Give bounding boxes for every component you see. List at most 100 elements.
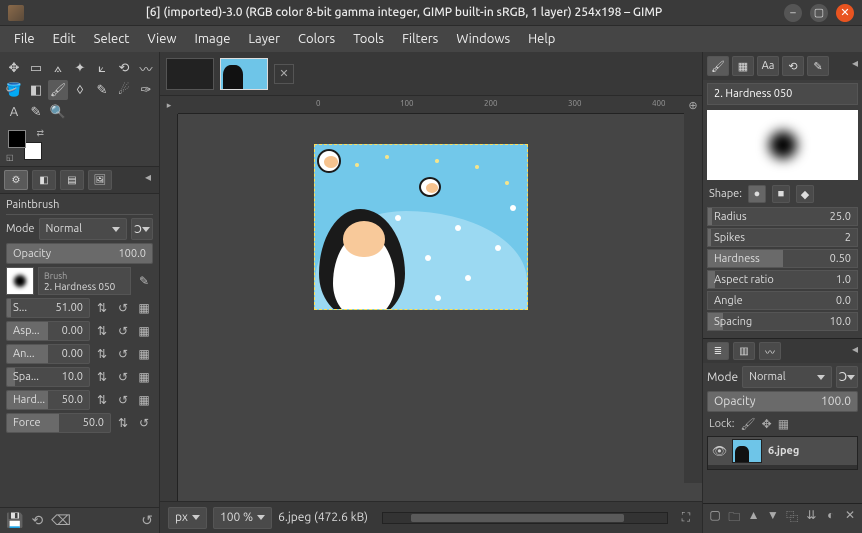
layers-tab[interactable]: ≣ — [707, 342, 729, 360]
spacing-link-icon[interactable]: ▦ — [135, 367, 153, 387]
tool-gradient[interactable]: ◧ — [26, 80, 46, 100]
fonts-tab[interactable]: Aa — [757, 56, 779, 76]
default-colors-icon[interactable]: ◱ — [6, 153, 14, 162]
tool-crop[interactable]: ⟀ — [92, 58, 112, 78]
tool-move[interactable]: ✥ — [4, 58, 24, 78]
brush-search-input[interactable]: 2. Hardness 050 — [707, 83, 858, 105]
lock-alpha-icon[interactable]: ▦ — [778, 417, 789, 431]
minimize-button[interactable]: – — [784, 4, 802, 22]
restore-options-icon[interactable]: ⟲ — [31, 512, 43, 529]
canvas[interactable] — [314, 144, 528, 310]
brush-edit-icon[interactable]: ✎ — [135, 271, 153, 291]
force-reset-icon[interactable]: ↺ — [135, 413, 153, 433]
delete-options-icon[interactable]: ⌫ — [51, 512, 71, 529]
brush-spacing[interactable]: Spacing10.0 — [707, 312, 858, 331]
delete-layer-icon[interactable]: ✕ — [842, 508, 858, 529]
layer-opacity-slider[interactable]: Opacity 100.0 — [707, 391, 858, 412]
size-slider[interactable]: S...51.00 — [6, 298, 90, 318]
menu-image[interactable]: Image — [187, 28, 239, 50]
image-thumb-blank[interactable] — [166, 58, 214, 90]
patterns-tab[interactable]: ▦ — [732, 56, 754, 76]
save-options-icon[interactable]: 💾 — [6, 512, 23, 529]
tool-color-picker[interactable]: ✎ — [26, 102, 46, 122]
maximize-button[interactable]: ▢ — [810, 4, 828, 22]
layer-thumbnail[interactable] — [732, 439, 762, 463]
aspect-reset-icon[interactable]: ↺ — [114, 321, 132, 341]
layer-mode-select[interactable]: Normal — [742, 366, 832, 388]
hardness-link-icon[interactable]: ▦ — [135, 390, 153, 410]
tool-options-tab[interactable]: ⚙ — [4, 170, 28, 190]
dock-menu-icon[interactable]: ◂ — [141, 170, 155, 190]
tool-free-select[interactable]: ⟑ — [48, 58, 68, 78]
tool-warp[interactable]: 〰 — [136, 58, 156, 78]
angle-stepper[interactable]: ⇅ — [93, 344, 111, 364]
tool-clone[interactable]: ✎ — [92, 80, 112, 100]
image-thumb-active[interactable] — [220, 58, 268, 90]
opacity-slider[interactable]: Opacity 100.0 — [6, 243, 153, 264]
merge-layer-icon[interactable]: ⇊ — [803, 508, 819, 529]
duplicate-layer-icon[interactable]: ⿻ — [784, 508, 800, 529]
ruler-corner[interactable]: ▸ — [160, 96, 178, 114]
menu-colors[interactable]: Colors — [290, 28, 343, 50]
tool-zoom[interactable]: 🔍 — [48, 102, 68, 122]
brush-big-preview[interactable] — [707, 110, 858, 180]
spacing-stepper[interactable]: ⇅ — [93, 367, 111, 387]
tool-fuzzy-select[interactable]: ✦ — [70, 58, 90, 78]
hardness-slider[interactable]: Hard...50.0 — [6, 390, 90, 410]
image-close-button[interactable]: ✕ — [274, 64, 294, 84]
new-layer-icon[interactable]: ▢ — [707, 508, 723, 529]
images-tab[interactable]: 🖼 — [88, 170, 112, 190]
shape-circle-button[interactable]: ● — [748, 185, 766, 203]
brush-preview[interactable] — [6, 267, 34, 295]
size-stepper[interactable]: ⇅ — [93, 298, 111, 318]
menu-view[interactable]: View — [139, 28, 184, 50]
ruler-vertical[interactable] — [160, 114, 178, 501]
tool-smudge[interactable]: ☄ — [114, 80, 134, 100]
brushes-tab[interactable]: 🖌 — [707, 56, 729, 76]
tool-eraser[interactable]: ◊ — [70, 80, 90, 100]
size-link-icon[interactable]: ▦ — [135, 298, 153, 318]
menu-layer[interactable]: Layer — [240, 28, 288, 50]
scrollbar-horizontal[interactable] — [382, 512, 668, 524]
bg-color-swatch[interactable] — [24, 142, 42, 160]
spacing-slider[interactable]: Spa...10.0 — [6, 367, 90, 387]
swap-colors-icon[interactable]: ⇄ — [36, 128, 44, 139]
fg-color-swatch[interactable] — [8, 130, 26, 148]
navigate-icon[interactable]: ⊕ — [684, 96, 702, 114]
brush-aspect[interactable]: Aspect ratio1.0 — [707, 270, 858, 289]
tool-rect-select[interactable]: ▭ — [26, 58, 46, 78]
layer-name[interactable]: 6.jpeg — [768, 445, 799, 457]
force-stepper[interactable]: ⇅ — [114, 413, 132, 433]
menu-file[interactable]: File — [6, 28, 43, 50]
tool-bucket[interactable]: 🪣 — [4, 80, 24, 100]
menu-tools[interactable]: Tools — [345, 28, 392, 50]
new-group-icon[interactable]: 🗀 — [726, 508, 742, 529]
fg-bg-colors[interactable]: ⇄ ◱ — [6, 128, 44, 162]
zoom-select[interactable]: 100 % — [213, 507, 272, 529]
unit-select[interactable]: px — [168, 507, 207, 529]
menu-edit[interactable]: Edit — [45, 28, 84, 50]
ruler-horizontal[interactable]: 0 100 200 300 400 — [178, 96, 684, 114]
shape-diamond-button[interactable]: ◆ — [796, 185, 814, 203]
lock-pixels-icon[interactable]: 🖌 — [740, 417, 755, 431]
force-slider[interactable]: Force50.0 — [6, 413, 111, 433]
menu-help[interactable]: Help — [520, 28, 563, 50]
mode-link-button[interactable]: Ↄ — [131, 218, 153, 240]
tool-path[interactable]: ✑ — [136, 80, 156, 100]
layer-row[interactable]: 👁 6.jpeg — [708, 437, 857, 465]
undo-history-tab[interactable]: ▤ — [60, 170, 84, 190]
device-status-tab[interactable]: ◧ — [32, 170, 56, 190]
paint-dynamics-tab[interactable]: ✎ — [807, 56, 829, 76]
brush-hardness[interactable]: Hardness0.50 — [707, 249, 858, 268]
menu-filters[interactable]: Filters — [394, 28, 446, 50]
lower-layer-icon[interactable]: ▼ — [765, 508, 781, 529]
tool-paintbrush[interactable]: 🖌 — [48, 80, 68, 100]
menu-select[interactable]: Select — [86, 28, 138, 50]
history-tab[interactable]: ⟲ — [782, 56, 804, 76]
aspect-link-icon[interactable]: ▦ — [135, 321, 153, 341]
mask-layer-icon[interactable]: ◐ — [823, 508, 839, 529]
paths-tab[interactable]: 〰 — [759, 342, 781, 360]
nav-corner-icon[interactable]: ⛶ — [678, 511, 694, 525]
brush-name-box[interactable]: Brush 2. Hardness 050 — [38, 267, 131, 295]
hardness-reset-icon[interactable]: ↺ — [114, 390, 132, 410]
